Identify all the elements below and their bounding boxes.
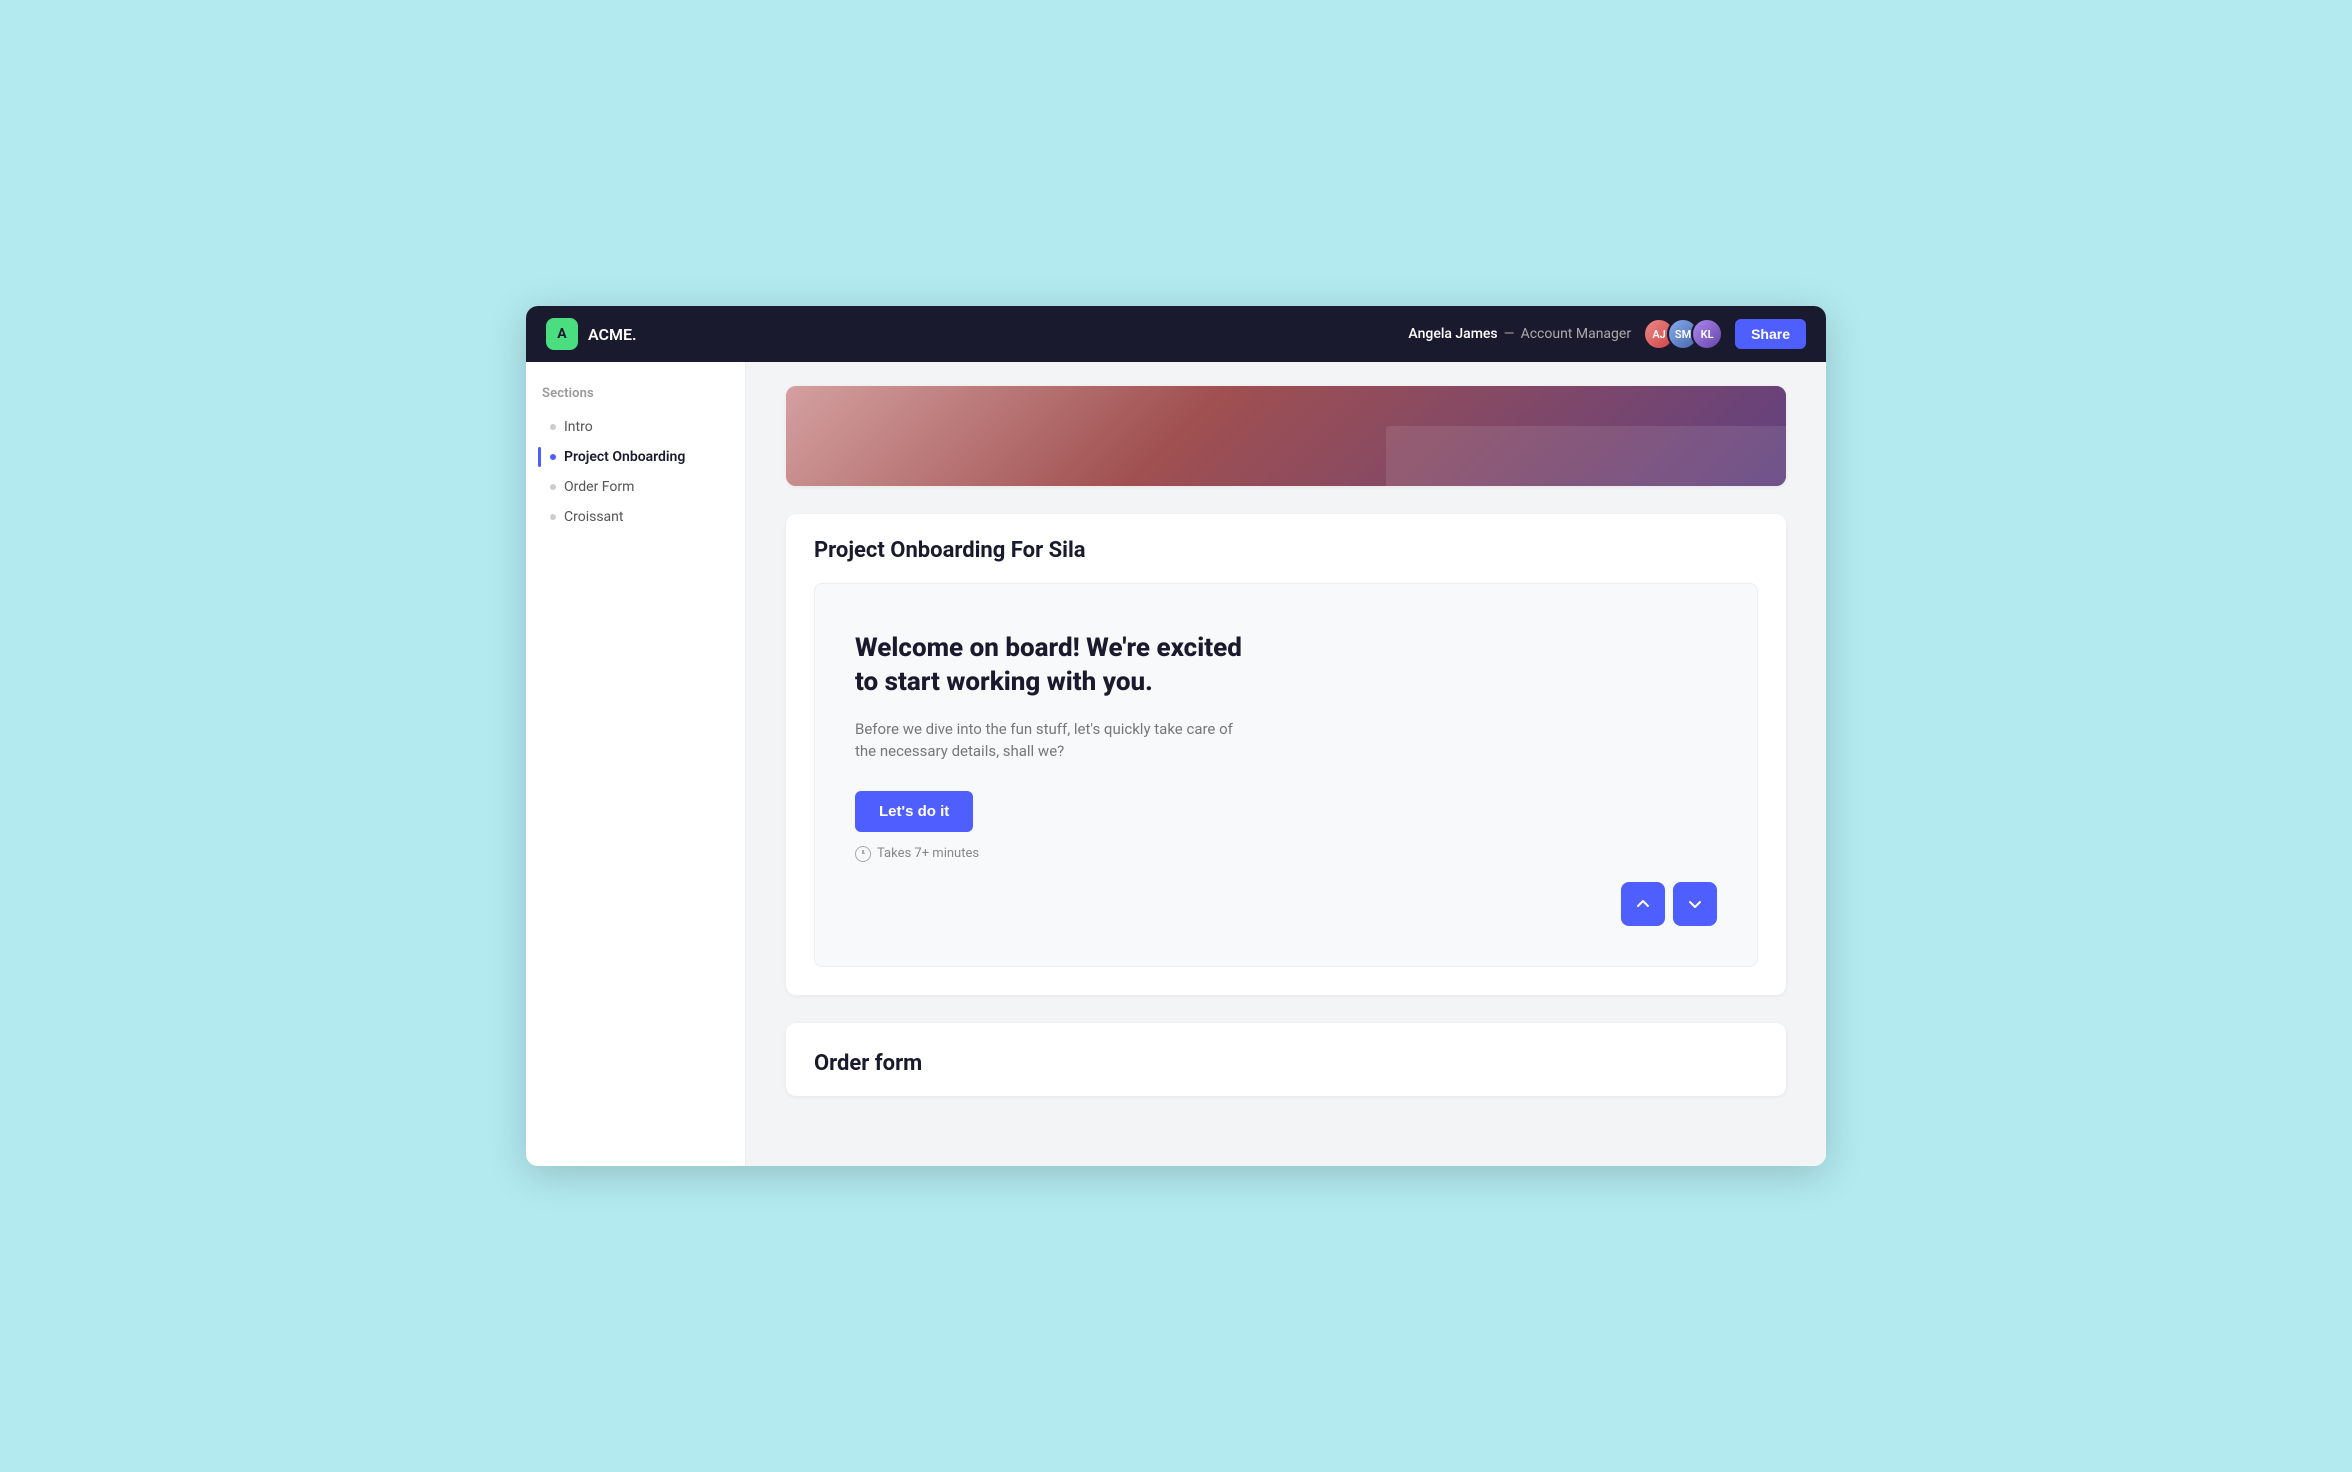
topnav-right: Angela James — Account Manager AJ SM KL … [1408,318,1806,350]
sidebar-dot-project-onboarding [550,454,556,460]
time-estimate: Takes 7+ minutes [855,846,1717,862]
topnav-left: A ACME. [546,318,637,350]
top-image-card [786,386,1786,486]
user-name: Angela James [1408,326,1497,342]
section-title: Project Onboarding For Sila [786,514,1786,583]
sidebar-item-croissant[interactable]: Croissant [542,503,729,531]
topnav: A ACME. Angela James — Account Manager A… [526,306,1826,362]
sidebar-item-croissant-label: Croissant [564,509,624,525]
sidebar-item-intro[interactable]: Intro [542,413,729,441]
sidebar-dot-order-form [550,484,556,490]
nav-arrows [855,882,1717,926]
nav-down-button[interactable] [1673,882,1717,926]
user-role: Account Manager [1521,326,1632,342]
time-estimate-text: Takes 7+ minutes [877,846,979,861]
sidebar-sections-label: Sections [542,386,729,401]
logo-icon: A [546,318,578,350]
order-form-header: Order form [786,1023,1786,1096]
chevron-down-icon [1687,896,1703,912]
order-form-section: Order form [786,1023,1786,1096]
order-form-title: Order form [814,1051,1758,1076]
clock-icon [855,846,871,862]
project-onboarding-card: Project Onboarding For Sila Welcome on b… [786,514,1786,995]
hero-image-placeholder [786,386,1786,486]
user-role-separator: — [1504,326,1515,342]
hero-image-area [786,386,1786,486]
sidebar-item-project-onboarding-label: Project Onboarding [564,449,685,465]
logo-text: ACME. [588,325,637,344]
onboarding-embed-card: Welcome on board! We're excited to start… [814,583,1758,967]
user-info: Angela James — Account Manager [1408,326,1631,342]
sidebar-item-order-form-label: Order Form [564,479,634,495]
body-layout: Sections Intro Project Onboarding Order … [526,362,1826,1166]
lets-do-it-button[interactable]: Let's do it [855,791,973,832]
onboarding-headline: Welcome on board! We're excited to start… [855,632,1255,700]
sidebar-item-order-form[interactable]: Order Form [542,473,729,501]
avatar-group: AJ SM KL [1643,318,1723,350]
sidebar-item-project-onboarding[interactable]: Project Onboarding [542,443,729,471]
share-button[interactable]: Share [1735,319,1806,349]
nav-up-button[interactable] [1621,882,1665,926]
app-window: A ACME. Angela James — Account Manager A… [526,306,1826,1166]
sidebar: Sections Intro Project Onboarding Order … [526,362,746,1166]
onboarding-subtext: Before we dive into the fun stuff, let's… [855,718,1235,763]
sidebar-item-intro-label: Intro [564,419,593,435]
chevron-up-icon [1635,896,1651,912]
avatar-3: KL [1691,318,1723,350]
main-content: Project Onboarding For Sila Welcome on b… [746,362,1826,1166]
sidebar-dot-croissant [550,514,556,520]
sidebar-dot-intro [550,424,556,430]
